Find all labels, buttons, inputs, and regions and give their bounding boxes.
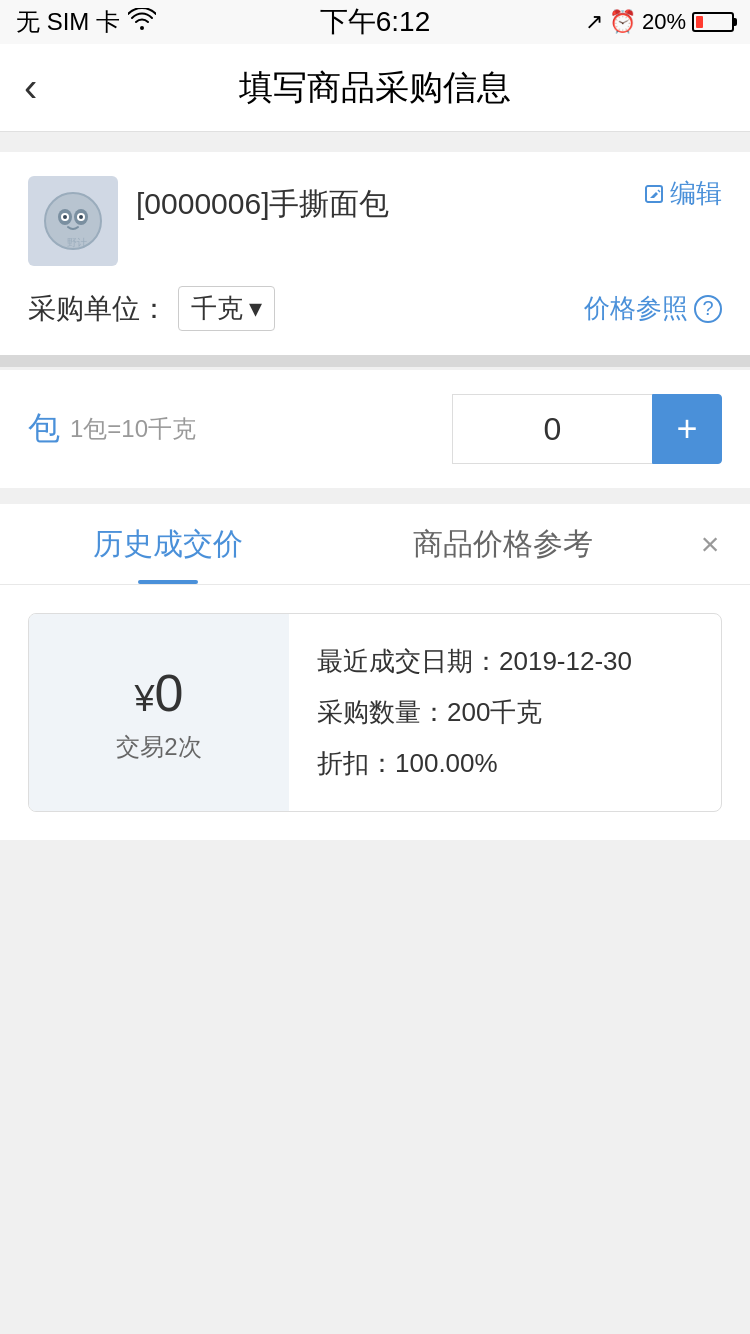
price-discount-row: 折扣：100.00% xyxy=(317,744,693,783)
date-label: 最近成交日期： xyxy=(317,646,499,676)
price-card: ¥0 交易2次 最近成交日期：2019-12-30 采购数量：200千克 折扣：… xyxy=(28,613,722,812)
product-name: [0000006]手撕面包 xyxy=(136,183,389,220)
tab-history-price[interactable]: 历史成交价 xyxy=(0,504,335,584)
price-card-wrapper: ¥0 交易2次 最近成交日期：2019-12-30 采购数量：200千克 折扣：… xyxy=(0,585,750,840)
quantity-label-text: 采购数量： xyxy=(317,697,447,727)
wifi-icon xyxy=(128,8,156,36)
close-button[interactable]: × xyxy=(670,504,750,584)
battery-pct-text: 20% xyxy=(642,9,686,35)
quantity-input[interactable] xyxy=(452,394,652,464)
price-amount: 0 xyxy=(155,664,184,722)
quantity-row: 包 1包=10千克 + xyxy=(0,369,750,488)
plus-button[interactable]: + xyxy=(652,394,722,464)
product-left: 野计 [0000006]手撕面包 xyxy=(28,176,389,266)
svg-point-6 xyxy=(79,215,83,219)
discount-value: 100.00% xyxy=(395,748,498,778)
status-left: 无 SIM 卡 xyxy=(16,6,156,38)
edit-button[interactable]: 编辑 xyxy=(644,176,722,211)
price-trades: 交易2次 xyxy=(116,731,201,763)
page-title: 填写商品采购信息 xyxy=(239,65,511,111)
tabs-section: 历史成交价 商品价格参考 × ¥0 交易2次 xyxy=(0,504,750,840)
price-ref-button[interactable]: 价格参照 ? xyxy=(584,291,722,326)
back-button[interactable]: ‹ xyxy=(24,65,37,110)
quantity-value: 200千克 xyxy=(447,697,542,727)
svg-text:野计: 野计 xyxy=(67,237,87,248)
product-card: 野计 [0000006]手撕面包 编辑 采购单位： 千克 xyxy=(0,152,750,355)
tab-product-price[interactable]: 商品价格参考 xyxy=(335,504,670,584)
product-header: 野计 [0000006]手撕面包 编辑 xyxy=(28,176,722,266)
carrier-text: 无 SIM 卡 xyxy=(16,6,120,38)
discount-label: 折扣： xyxy=(317,748,395,778)
price-quantity-row: 采购数量：200千克 xyxy=(317,693,693,732)
close-icon: × xyxy=(701,526,720,563)
price-display: ¥0 xyxy=(135,663,184,723)
alarm-icon: ⏰ xyxy=(609,9,636,35)
purchase-unit-label: 采购单位： xyxy=(28,290,168,328)
status-time: 下午6:12 xyxy=(320,3,431,41)
location-icon: ↗ xyxy=(585,9,603,35)
help-icon: ? xyxy=(694,295,722,323)
tab-active-indicator xyxy=(138,580,198,584)
main-content: 野计 [0000006]手撕面包 编辑 采购单位： 千克 xyxy=(0,152,750,1334)
quantity-controls: + xyxy=(452,394,722,464)
price-left-panel: ¥0 交易2次 xyxy=(29,614,289,811)
unit-badge: 包 xyxy=(28,407,60,451)
tabs-header: 历史成交价 商品价格参考 × xyxy=(0,504,750,585)
price-right-panel: 最近成交日期：2019-12-30 采购数量：200千克 折扣：100.00% xyxy=(289,614,721,811)
unit-selector[interactable]: 千克 ▾ xyxy=(178,286,275,331)
battery-icon xyxy=(692,12,734,32)
currency-symbol: ¥ xyxy=(135,678,155,719)
date-value: 2019-12-30 xyxy=(499,646,632,676)
svg-point-5 xyxy=(63,215,67,219)
product-footer: 采购单位： 千克 ▾ 价格参照 ? xyxy=(28,286,722,331)
product-image: 野计 xyxy=(28,176,118,266)
status-bar: 无 SIM 卡 下午6:12 ↗ ⏰ 20% xyxy=(0,0,750,44)
divider xyxy=(0,355,750,367)
purchase-unit: 采购单位： 千克 ▾ xyxy=(28,286,275,331)
price-ref-label: 价格参照 xyxy=(584,291,688,326)
dropdown-arrow-icon: ▾ xyxy=(249,293,262,324)
price-date-row: 最近成交日期：2019-12-30 xyxy=(317,642,693,681)
unit-desc: 1包=10千克 xyxy=(70,413,196,445)
nav-bar: ‹ 填写商品采购信息 xyxy=(0,44,750,132)
unit-value: 千克 xyxy=(191,291,243,326)
battery-fill xyxy=(696,16,703,28)
quantity-label: 包 1包=10千克 xyxy=(28,407,196,451)
status-right: ↗ ⏰ 20% xyxy=(585,9,734,35)
